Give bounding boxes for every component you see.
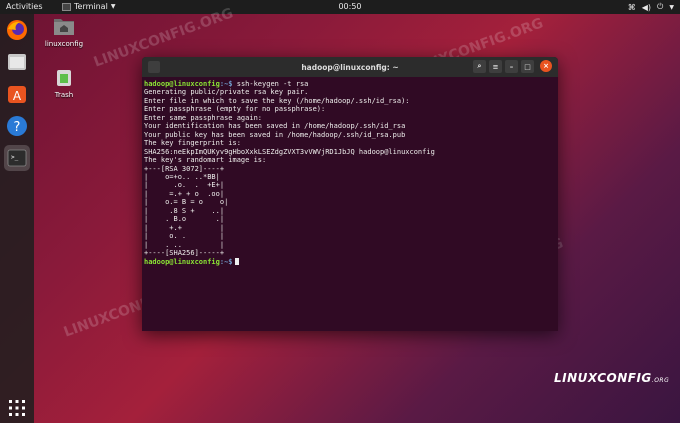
- top-bar: Activities Terminal ▼ 00:50 ⌘ ◀) ⏻ ▼: [0, 0, 680, 14]
- output-line: | =.+ + o .oo|: [144, 189, 225, 198]
- terminal-icon: [62, 2, 71, 11]
- new-tab-button[interactable]: [148, 61, 160, 73]
- cursor: [234, 257, 239, 265]
- trash-icon: [57, 70, 71, 86]
- power-icon: ⏻: [657, 2, 664, 11]
- software-store-icon: A: [8, 86, 26, 103]
- terminal-output[interactable]: hadoop@linuxconfig:~$ ssh-keygen -t rsa …: [142, 77, 558, 269]
- desktop-home-folder[interactable]: linuxconfig: [40, 16, 88, 48]
- search-icon: ⌕: [477, 62, 482, 70]
- output-line: SHA256:neEkpImQUKyv9gHboXxkLSEZdgZVXT3vV…: [144, 147, 435, 156]
- dock: A ? >_: [0, 14, 34, 423]
- app-menu[interactable]: Terminal ▼: [62, 2, 115, 11]
- app-menu-label: Terminal: [74, 2, 108, 11]
- home-folder-icon: [54, 19, 74, 35]
- svg-text:A: A: [13, 89, 22, 103]
- terminal-window[interactable]: hadoop@linuxconfig: ~ ⌕ ≡ – □ × hadoop@l…: [142, 57, 558, 331]
- home-folder-label: linuxconfig: [44, 40, 84, 48]
- output-line: +----[SHA256]-----+: [144, 249, 225, 258]
- terminal-title: hadoop@linuxconfig: ~: [301, 62, 399, 72]
- output-line: Enter same passphrase again:: [144, 113, 263, 122]
- svg-text:>_: >_: [11, 154, 19, 161]
- software-launcher[interactable]: A: [5, 82, 29, 106]
- firefox-icon: [7, 20, 27, 40]
- output-line: The key's randomart image is:: [144, 156, 267, 165]
- svg-text:?: ?: [14, 120, 21, 135]
- app-grid-icon: [9, 400, 25, 416]
- chevron-down-icon: ▼: [110, 3, 116, 10]
- output-line: | +.+ |: [144, 223, 225, 232]
- search-button[interactable]: ⌕: [473, 60, 486, 73]
- output-line: Generating public/private rsa key pair.: [144, 88, 309, 97]
- output-line: | o. . |: [144, 232, 225, 241]
- output-lines: Generating public/private rsa key pair. E…: [144, 88, 556, 257]
- volume-icon: ◀): [641, 2, 652, 12]
- output-line: | . .. |: [144, 240, 225, 249]
- command-text: ssh-keygen -t rsa: [232, 80, 309, 88]
- final-prompt: hadoop@linuxconfig:~$: [144, 257, 239, 266]
- prompt-user: hadoop@linuxconfig: [144, 257, 220, 266]
- output-line: | o.= B = o o|: [144, 198, 229, 207]
- help-launcher[interactable]: ?: [5, 114, 29, 138]
- output-line: | o=+o.. ..*BB|: [144, 172, 220, 181]
- output-line: Your public key has been saved in /home/…: [144, 130, 406, 139]
- network-icon: ⌘: [627, 2, 636, 12]
- close-button[interactable]: ×: [540, 60, 552, 72]
- output-line: Enter passphrase (empty for no passphras…: [144, 105, 326, 114]
- menu-button[interactable]: ≡: [489, 60, 502, 73]
- close-icon: ×: [543, 62, 549, 70]
- chevron-down-icon: ▼: [669, 3, 674, 11]
- activities-button[interactable]: Activities: [6, 2, 43, 11]
- terminal-titlebar[interactable]: hadoop@linuxconfig: ~ ⌕ ≡ – □ ×: [142, 57, 558, 77]
- maximize-icon: □: [524, 62, 531, 71]
- linuxconfig-logo: LINUXCONFIG.ORG: [554, 371, 669, 385]
- files-icon: [8, 54, 26, 70]
- files-launcher[interactable]: [5, 50, 29, 74]
- terminal-icon: >_: [7, 149, 27, 167]
- output-line: The key fingerprint is:: [144, 139, 241, 148]
- desktop-trash[interactable]: Trash: [40, 67, 88, 99]
- logo-suffix: .ORG: [651, 377, 670, 384]
- help-icon: ?: [7, 116, 27, 136]
- output-line: Enter file in which to save the key (/ho…: [144, 96, 410, 105]
- show-applications-button[interactable]: [5, 396, 29, 420]
- minimize-icon: –: [509, 62, 514, 71]
- minimize-button[interactable]: –: [505, 60, 518, 73]
- logo-main: LINUXCONFIG: [554, 371, 652, 385]
- output-line: | .o. . +E+|: [144, 181, 225, 190]
- prompt-path: :~$: [219, 80, 233, 88]
- output-line: | .8 S + ..|: [144, 206, 225, 215]
- output-line: Your identification has been saved in /h…: [144, 122, 406, 131]
- terminal-launcher[interactable]: >_: [4, 145, 30, 171]
- output-line: +---[RSA 3072]----+: [144, 164, 225, 173]
- prompt-path: :~$: [219, 257, 233, 266]
- trash-label: Trash: [54, 91, 74, 99]
- maximize-button[interactable]: □: [521, 60, 534, 73]
- output-line: | . B.o .|: [144, 215, 225, 224]
- clock[interactable]: 00:50: [330, 2, 370, 11]
- hamburger-icon: ≡: [492, 62, 499, 71]
- prompt-user: hadoop@linuxconfig: [144, 80, 220, 88]
- firefox-launcher[interactable]: [5, 18, 29, 42]
- system-tray[interactable]: ⌘ ◀) ⏻ ▼: [628, 2, 674, 12]
- command-line: hadoop@linuxconfig:~$ ssh-keygen -t rsa: [144, 80, 308, 88]
